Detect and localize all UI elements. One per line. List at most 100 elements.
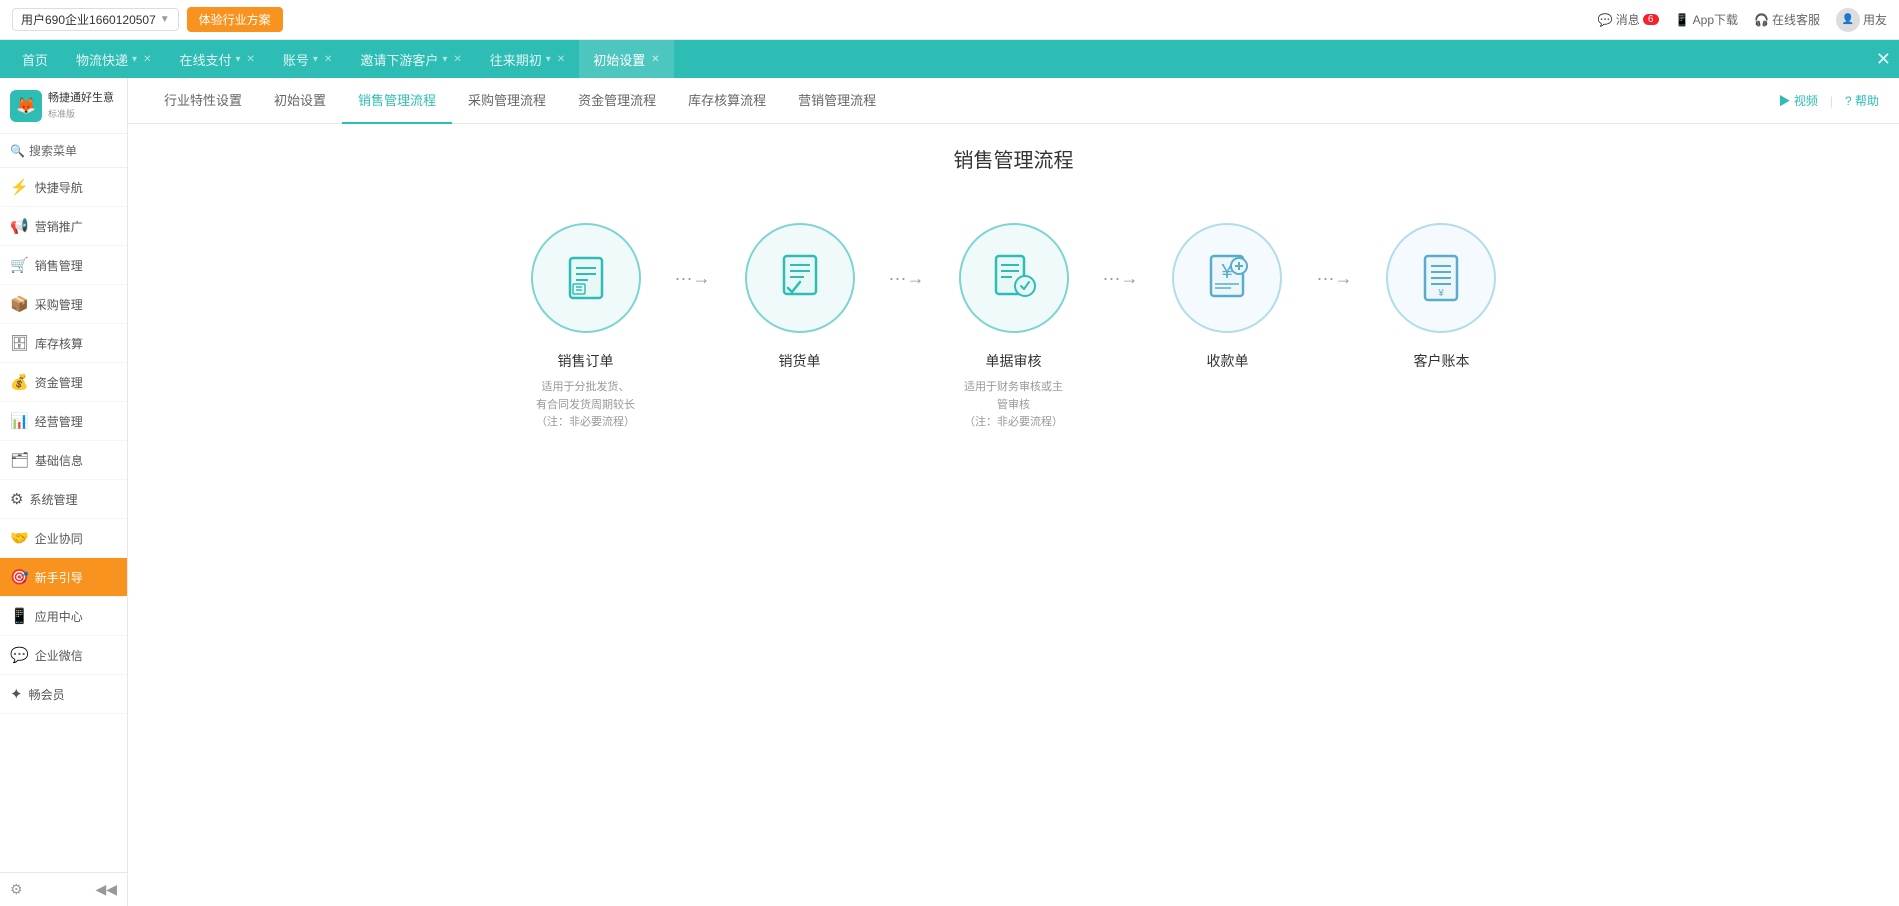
main-layout: 🦊 畅捷通好生意 标准版 🔍 搜索菜单 ⚡ 快捷导航 📢 营销推广 🛒 销售管理… [0,78,1899,906]
sidebar-item-quick-nav[interactable]: ⚡ 快捷导航 [0,168,127,207]
sub-tab-initial[interactable]: 初始设置 [258,78,342,124]
sub-tab-inventory-flow[interactable]: 库存核算流程 [672,78,782,124]
flow-item-approval: 单据审核 适用于财务审核或主管审核（注：非必要流程） [929,223,1099,432]
trial-button[interactable]: 体验行业方案 [187,7,283,32]
sub-tab-purchase-flow[interactable]: 采购管理流程 [452,78,562,124]
settings-icon[interactable]: ⚙ [10,881,23,898]
marketing-icon: 📢 [10,217,29,235]
arrow-icon: ···→ [675,268,711,289]
flow-name-receipt: 收款单 [1206,351,1248,371]
question-icon: ? [1845,94,1852,108]
sub-tab-sales-flow[interactable]: 销售管理流程 [342,78,452,124]
logo-area: 🦊 畅捷通好生意 标准版 [0,78,127,134]
sidebar-item-finance[interactable]: 💰 资金管理 [0,363,127,402]
close-icon[interactable]: ✕ [143,54,151,65]
sidebar-item-basic[interactable]: 🗂 基础信息 [0,441,127,480]
operation-icon: 📊 [10,412,29,430]
finance-icon: 💰 [10,373,29,391]
tab-home-label: 首页 [22,50,48,69]
logo-text-area: 畅捷通好生意 标准版 [48,91,114,119]
sidebar-item-label: 资金管理 [35,374,83,391]
close-icon[interactable]: ✕ [557,54,565,65]
flow-desc-sales-order: 适用于分批发货、有合同发货周期较长（注：非必要流程） [536,379,635,432]
sidebar-item-collab[interactable]: 🤝 企业协同 [0,519,127,558]
app-icon: 📱 [1675,13,1690,27]
flow-name-sales-order: 销售订单 [558,351,614,371]
flow-circle-customer-account: ¥ [1386,223,1496,333]
sub-tabs: 行业特性设置 初始设置 销售管理流程 采购管理流程 资金管理流程 库存核算流程 … [128,78,1899,124]
member-icon: ✦ [10,685,23,703]
flow-item-sales-invoice: 销货单 [715,223,885,379]
flow-circle-sales-order [531,223,641,333]
tab-initial-setup[interactable]: 初始设置 ✕ [579,40,673,78]
collab-icon: 🤝 [10,529,29,547]
logo-icon: 🦊 [10,90,42,122]
sidebar-item-sales[interactable]: 🛒 销售管理 [0,246,127,285]
tab-account[interactable]: 账号 ▾ ✕ [269,40,346,78]
help-link[interactable]: ? 帮助 [1845,92,1879,109]
tab-payment[interactable]: 在线支付 ▾ ✕ [165,40,268,78]
sidebar-item-inventory[interactable]: 🗄 库存核算 [0,324,127,363]
user-avatar-item[interactable]: 👤 用友 [1836,8,1887,32]
sidebar-item-label: 新手引导 [35,569,83,586]
newbie-icon: 🎯 [10,568,29,586]
sub-tab-finance-flow[interactable]: 资金管理流程 [562,78,672,124]
flow-circle-sales-invoice [745,223,855,333]
user-label: 用户690企业1660120507 [21,11,156,28]
message-icon: 💬 [1598,13,1613,27]
top-bar: 用户690企业1660120507 ▼ 体验行业方案 💬 消息 6 📱 App下… [0,0,1899,40]
close-icon[interactable]: ✕ [247,54,255,65]
tab-period[interactable]: 往来期初 ▾ ✕ [476,40,579,78]
online-service-item[interactable]: 🎧 在线客服 [1754,11,1820,28]
flow-name-customer-account: 客户账本 [1413,351,1469,371]
close-all-tabs[interactable]: ✕ [1876,49,1891,70]
flow-name-sales-invoice: 销货单 [779,351,821,371]
svg-text:¥: ¥ [1438,288,1445,299]
sub-tab-marketing-flow[interactable]: 营销管理流程 [782,78,892,124]
tab-invite[interactable]: 邀请下游客户 ▾ ✕ [346,40,475,78]
tab-account-label: 账号 [283,50,309,69]
logo-badge: 标准版 [48,107,114,120]
flow-item-sales-order: 销售订单 适用于分批发货、有合同发货周期较长（注：非必要流程） [501,223,671,432]
page-title: 销售管理流程 [168,144,1859,173]
sub-tab-initial-label: 初始设置 [274,90,326,109]
collapse-icon[interactable]: ◀◀ [95,881,117,898]
app-download-item[interactable]: 📱 App下载 [1675,11,1738,28]
close-icon[interactable]: ✕ [651,54,659,65]
message-item[interactable]: 💬 消息 6 [1598,11,1659,28]
logo-title: 畅捷通好生意 [48,91,114,106]
video-link[interactable]: ▶ 视频 [1778,92,1817,109]
sidebar-item-marketing[interactable]: 📢 营销推广 [0,207,127,246]
close-icon[interactable]: ✕ [324,54,332,65]
sidebar-item-label: 采购管理 [35,296,83,313]
tab-home[interactable]: 首页 [8,40,62,78]
sidebar-item-member[interactable]: ✦ 畅会员 [0,675,127,714]
app-center-icon: 📱 [10,607,29,625]
sidebar-item-purchase[interactable]: 📦 采购管理 [0,285,127,324]
message-label: 消息 [1616,11,1640,28]
sub-tab-industry[interactable]: 行业特性设置 [148,78,258,124]
search-icon: 🔍 [10,144,25,158]
sidebar-item-label: 营销推广 [35,218,83,235]
sidebar-search[interactable]: 🔍 搜索菜单 [0,134,127,168]
sidebar-item-system[interactable]: ⚙ 系统管理 [0,480,127,519]
tab-logistics-label: 物流快递 [76,50,128,69]
tab-logistics[interactable]: 物流快递 ▾ ✕ [62,40,165,78]
sidebar-item-label: 系统管理 [29,491,77,508]
sub-tab-industry-label: 行业特性设置 [164,90,242,109]
close-icon[interactable]: ✕ [453,54,461,65]
sidebar-item-wechat[interactable]: 💬 企业微信 [0,636,127,675]
flow-arrow-4: ···→ [1312,268,1356,289]
sidebar-item-label: 应用中心 [35,608,83,625]
user-selector[interactable]: 用户690企业1660120507 ▼ [12,8,179,31]
sidebar-item-newbie[interactable]: 🎯 新手引导 [0,558,127,597]
headset-icon: 🎧 [1754,13,1769,27]
sub-tab-finance-flow-label: 资金管理流程 [578,90,656,109]
sidebar-item-app-center[interactable]: 📱 应用中心 [0,597,127,636]
sidebar-item-label: 基础信息 [35,452,83,469]
sub-tab-purchase-flow-label: 采购管理流程 [468,90,546,109]
inventory-icon: 🗄 [10,334,29,352]
flow-circle-approval [959,223,1069,333]
user-name-label: 用友 [1863,11,1887,28]
sidebar-item-operation[interactable]: 📊 经营管理 [0,402,127,441]
